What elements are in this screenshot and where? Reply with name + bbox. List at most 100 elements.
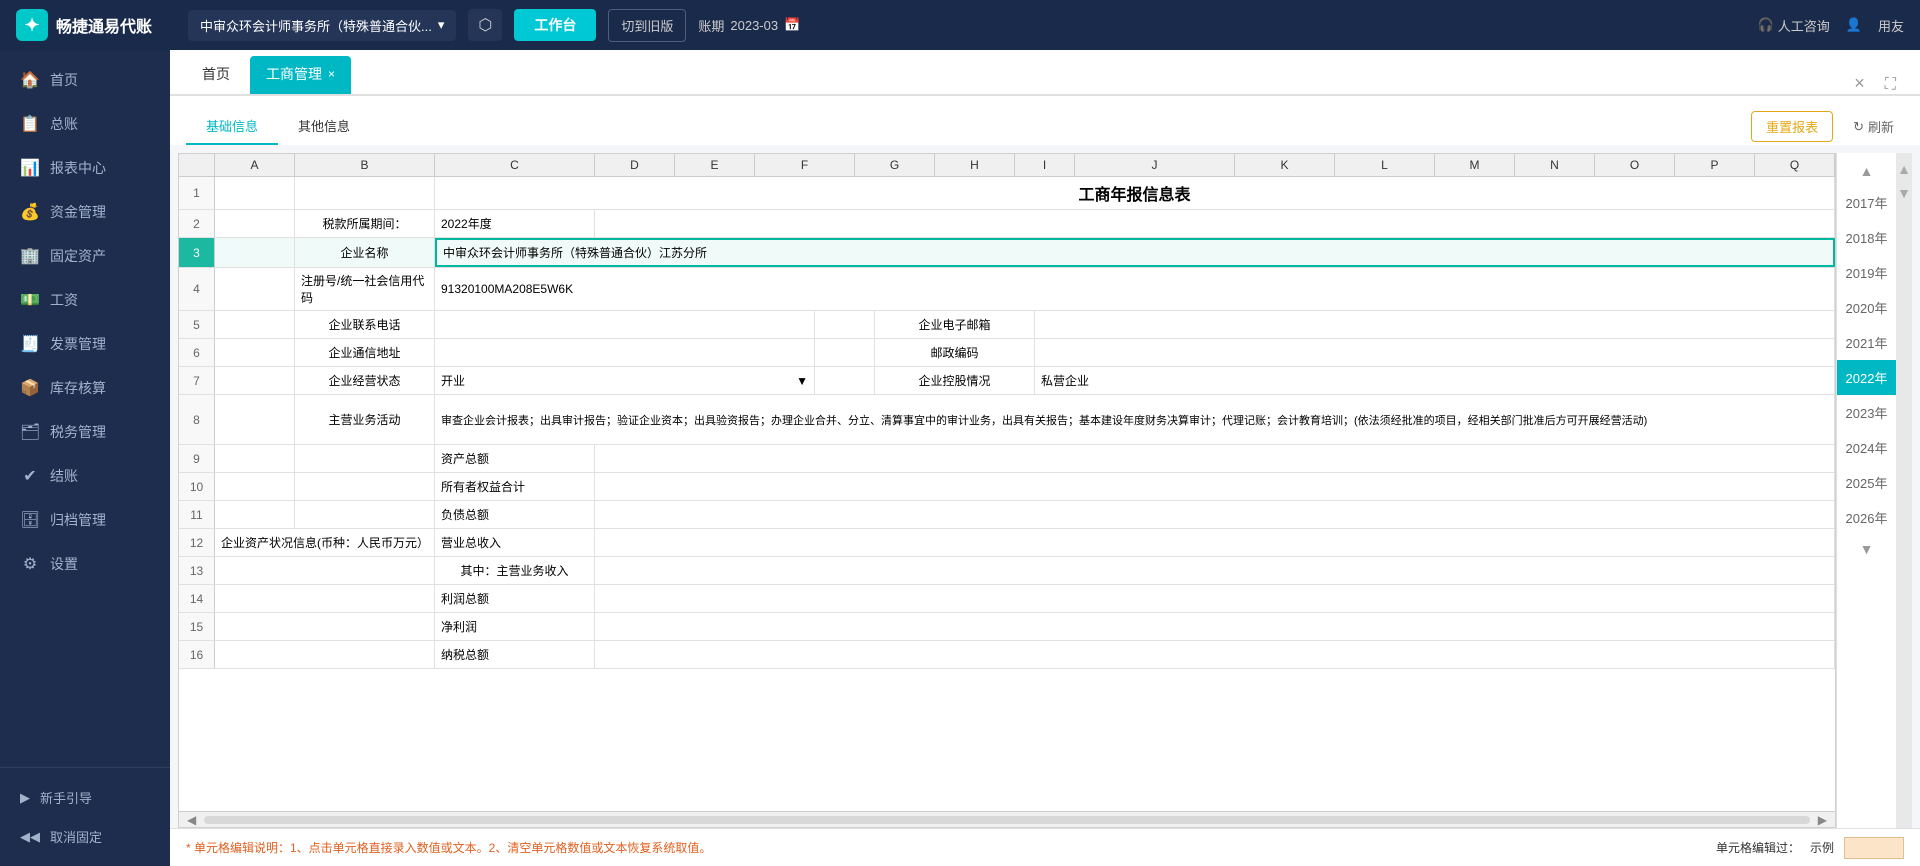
workbench-button[interactable]: 工作台 [514, 9, 596, 41]
cell-7a[interactable] [215, 367, 295, 394]
right-collapse-panel[interactable]: ▲ ▼ [1896, 153, 1912, 828]
cell-5-phone[interactable] [435, 311, 815, 338]
window-maximize-icon[interactable]: ⛶ [1877, 76, 1904, 94]
cell-12-revenue[interactable] [595, 529, 1835, 556]
cell-11a[interactable] [215, 501, 295, 528]
sidebar-item-archive[interactable]: 🗄 归档管理 [0, 498, 170, 542]
cell-15-net[interactable] [595, 613, 1835, 640]
cell-4b: 注册号/统一社会信用代码 [295, 268, 435, 310]
sidebar-item-unpin[interactable]: ◀◀ 取消固定 [0, 817, 170, 856]
col-header-l: L [1335, 154, 1435, 176]
year-2019[interactable]: 2019年 [1837, 255, 1896, 290]
sidebar-item-tax[interactable]: 🗂 税务管理 [0, 410, 170, 454]
year-down-arrow[interactable]: ▼ [1837, 535, 1896, 563]
cell-8-activities[interactable]: 审查企业会计报表；出具审计报告；验证企业资本；出具验资报告；办理企业合并、分立、… [435, 395, 1835, 444]
cell-9a[interactable] [215, 445, 295, 472]
cell-13-main-rev[interactable] [595, 557, 1835, 584]
reset-report-button[interactable]: 重置报表 [1751, 111, 1833, 142]
cell-6a[interactable] [215, 339, 295, 366]
sidebar-item-settings[interactable]: ⚙ 设置 [0, 542, 170, 586]
cell-16-tax[interactable] [595, 641, 1835, 668]
row-num-13: 13 [179, 557, 215, 584]
cell-7-holding[interactable]: 私营企业 [1035, 367, 1835, 394]
sidebar-item-assets[interactable]: 🏢 固定资产 [0, 234, 170, 278]
cell-6-postal[interactable] [1035, 339, 1835, 366]
calendar-icon[interactable]: 📅 [784, 17, 800, 33]
sidebar-item-close-account[interactable]: ✔ 结账 [0, 454, 170, 498]
sidebar-item-salary[interactable]: 💵 工资 [0, 278, 170, 322]
sidebar-item-ledger[interactable]: 📋 总账 [0, 102, 170, 146]
cell-14-profit[interactable] [595, 585, 1835, 612]
cell-16-ab[interactable] [215, 641, 435, 668]
cell-3-company-name[interactable]: 中审众环会计师事务所（特殊普通合伙）江苏分所 [435, 238, 1835, 267]
year-2024[interactable]: 2024年 [1837, 430, 1896, 465]
inventory-icon: 📦 [20, 378, 40, 398]
service-button[interactable]: 🎧 人工咨询 [1758, 16, 1830, 35]
cell-5a[interactable] [215, 311, 295, 338]
scroll-right-button[interactable]: ▶ [1814, 813, 1831, 827]
cell-13-ab[interactable] [215, 557, 435, 584]
cell-9-value[interactable] [595, 445, 1835, 472]
cell-10-label: 所有者权益合计 [435, 473, 595, 500]
year-up-arrow[interactable]: ▲ [1837, 157, 1896, 185]
window-close-icon[interactable]: × [1846, 73, 1873, 94]
user-avatar[interactable]: 👤 [1846, 17, 1862, 33]
sidebar-item-home[interactable]: 🏠 首页 [0, 58, 170, 102]
row-num-14: 14 [179, 585, 215, 612]
cell-14-ab[interactable] [215, 585, 435, 612]
cell-5-email[interactable] [1035, 311, 1835, 338]
copy-button[interactable]: ⬡ [468, 9, 502, 41]
company-selector[interactable]: 中审众环会计师事务所（特殊普通合伙... ▾ [188, 10, 456, 41]
col-header-j: J [1075, 154, 1235, 176]
cell-11-value[interactable] [595, 501, 1835, 528]
table-row: 9 资产总额 [179, 445, 1835, 473]
year-2017[interactable]: 2017年 [1837, 185, 1896, 220]
refresh-button[interactable]: ↻ 刷新 [1843, 112, 1904, 141]
sub-tab-basic[interactable]: 基础信息 [186, 108, 278, 145]
cell-15-ab[interactable] [215, 613, 435, 640]
cell-4-reg[interactable]: 91320100MA208E5W6K [435, 268, 1835, 310]
cell-2c[interactable]: 2022年度 [435, 210, 595, 237]
cell-2a[interactable] [215, 210, 295, 237]
cell-4a[interactable] [215, 268, 295, 310]
cell-7i[interactable] [815, 367, 875, 394]
cell-10-value[interactable] [595, 473, 1835, 500]
year-2022[interactable]: 2022年 [1837, 360, 1896, 395]
h-scroll-track[interactable] [204, 816, 1810, 824]
year-2018[interactable]: 2018年 [1837, 220, 1896, 255]
cell-5i[interactable] [815, 311, 875, 338]
cell-9b[interactable] [295, 445, 435, 472]
year-2026[interactable]: 2026年 [1837, 500, 1896, 535]
cell-1a[interactable] [215, 177, 295, 209]
sidebar-item-inventory[interactable]: 📦 库存核算 [0, 366, 170, 410]
scroll-left-button[interactable]: ◀ [183, 813, 200, 827]
cell-11b[interactable] [295, 501, 435, 528]
col-header-o: O [1595, 154, 1675, 176]
sidebar-item-invoice[interactable]: 🧾 发票管理 [0, 322, 170, 366]
old-version-button[interactable]: 切到旧版 [608, 9, 686, 42]
cell-10a[interactable] [215, 473, 295, 500]
cell-10b[interactable] [295, 473, 435, 500]
sidebar-item-finance[interactable]: 💰 资金管理 [0, 190, 170, 234]
row-num-7: 7 [179, 367, 215, 394]
tab-close-icon[interactable]: × [328, 67, 335, 81]
cell-6i[interactable] [815, 339, 875, 366]
tab-commerce[interactable]: 工商管理 × [250, 56, 351, 94]
tab-home[interactable]: 首页 [186, 56, 246, 94]
year-2025[interactable]: 2025年 [1837, 465, 1896, 500]
cell-1b[interactable] [295, 177, 435, 209]
cell-3a[interactable] [215, 238, 295, 267]
close-account-icon: ✔ [20, 466, 40, 486]
year-2023[interactable]: 2023年 [1837, 395, 1896, 430]
sidebar-item-reports[interactable]: 📊 报表中心 [0, 146, 170, 190]
year-2021[interactable]: 2021年 [1837, 325, 1896, 360]
cell-6-addr[interactable] [435, 339, 815, 366]
sub-tab-other[interactable]: 其他信息 [278, 108, 370, 145]
salary-icon: 💵 [20, 290, 40, 310]
year-2020[interactable]: 2020年 [1837, 290, 1896, 325]
table-row: 13 其中：主营业务收入 [179, 557, 1835, 585]
cell-2-rest[interactable] [595, 210, 1835, 237]
sidebar-item-guide[interactable]: ▶ 新手引导 [0, 778, 170, 817]
cell-7-status[interactable]: 开业 ▼ [435, 367, 815, 394]
cell-8a[interactable] [215, 395, 295, 444]
